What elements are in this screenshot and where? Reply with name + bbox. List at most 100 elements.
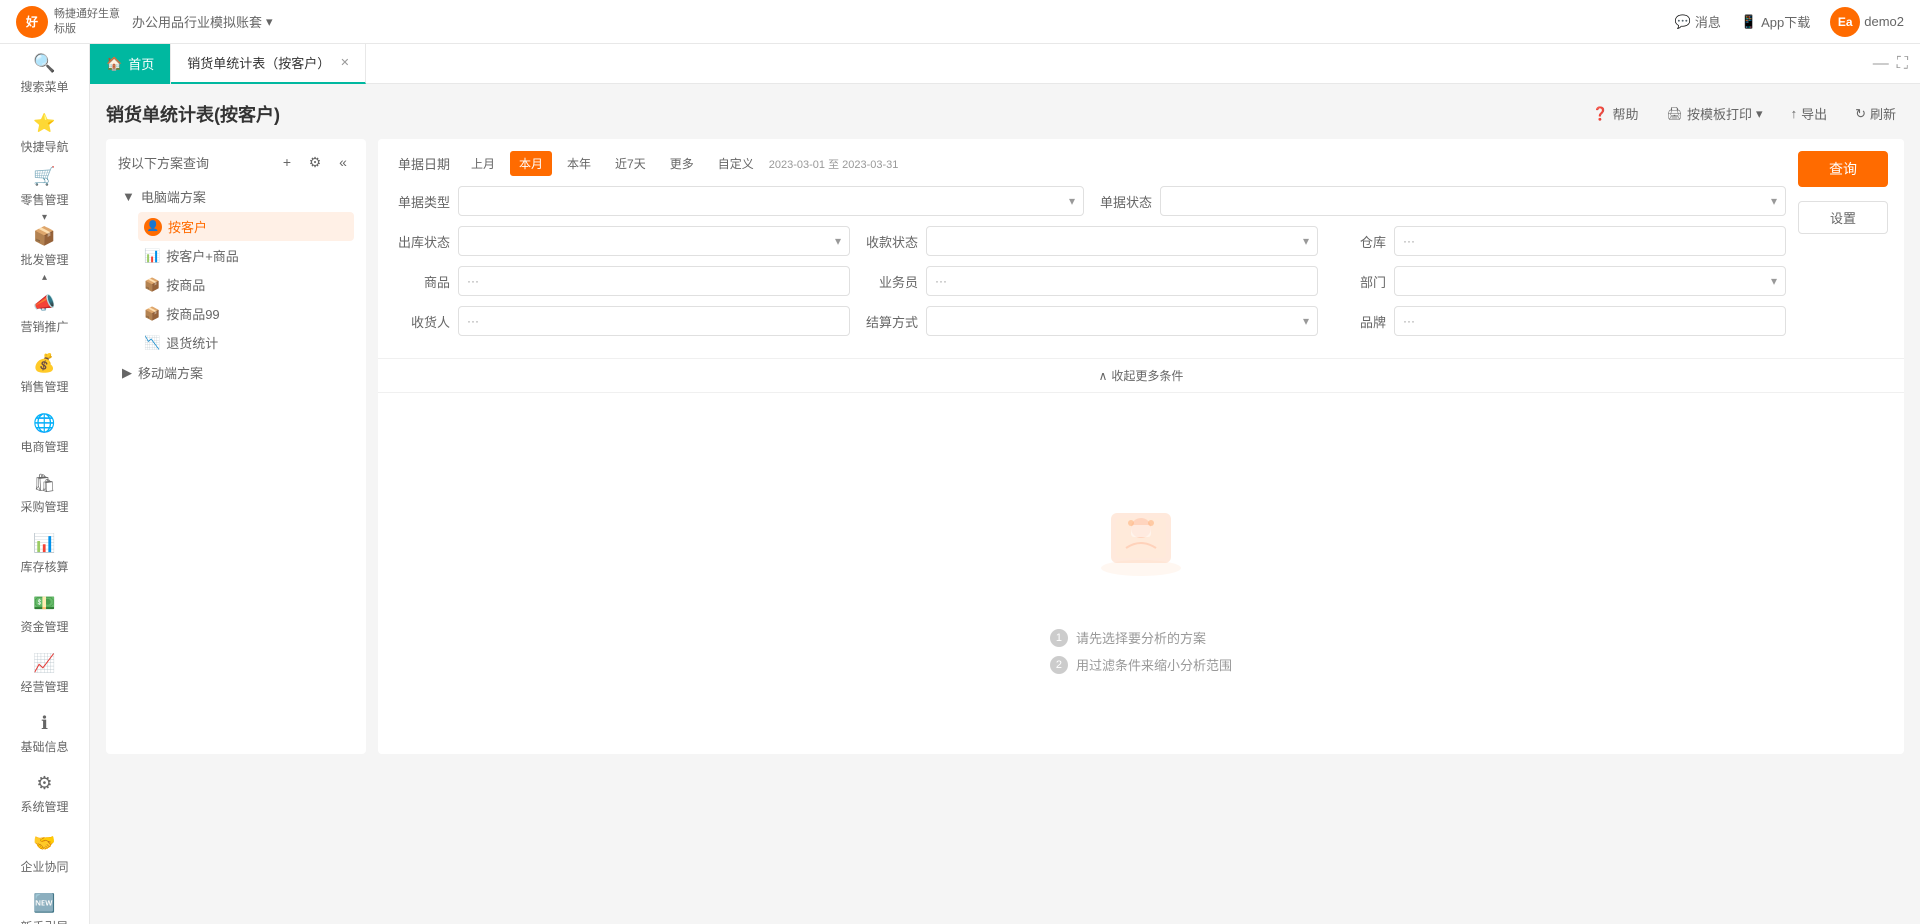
filter-payment-status: 收款状态 ▾ <box>862 226 1318 256</box>
filter-product: 商品 ··· <box>394 266 850 296</box>
phone-icon: 📱 <box>1741 14 1757 30</box>
edit-scheme-btn[interactable]: ⚙ <box>304 151 326 173</box>
date-row: 单据日期 上月 本月 本年 近7天 更多 自定义 2023-03-01 至 20… <box>378 139 1904 359</box>
system-icon: ⚙ <box>36 773 52 794</box>
sidebar-item-ecommerce[interactable]: 🌐 电商管理 <box>0 404 89 464</box>
scheme-return-stat[interactable]: 📉 退货统计 <box>138 328 354 357</box>
search-icon: 🔍 <box>33 53 55 74</box>
collapse-more-btn[interactable]: ∧ 收起更多条件 <box>378 359 1904 393</box>
refresh-btn[interactable]: ↻ 刷新 <box>1847 100 1904 127</box>
left-panel-header: 按以下方案查询 + ⚙ « <box>118 151 354 173</box>
payment-status-dropdown[interactable]: ▾ <box>926 226 1318 256</box>
tab-sales-stat[interactable]: 销货单统计表（按客户） ✕ <box>171 44 366 84</box>
sidebar: 🔍 搜索菜单 ⭐ 快捷导航 🛒 零售管理 ▾ 📦 批发管理 ▴ 📣 营销推广 <box>0 44 90 924</box>
brand-input[interactable]: ··· <box>1394 306 1786 336</box>
filter-payment-method: 结算方式 ▾ <box>862 306 1318 336</box>
export-btn[interactable]: ↑ 导出 <box>1783 100 1836 127</box>
warehouse-input[interactable]: ··· <box>1394 226 1786 256</box>
scheme-by-product[interactable]: 📦 按商品 <box>138 270 354 299</box>
dropdown-arrow-icon: ▾ <box>1069 194 1075 208</box>
user-avatar-btn[interactable]: Ea demo2 <box>1830 7 1904 37</box>
dropdown-arrow-icon3: ▾ <box>835 234 841 248</box>
filters-and-results: 单据日期 上月 本月 本年 近7天 更多 自定义 2023-03-01 至 20… <box>378 139 1904 754</box>
tab-close-icon[interactable]: ✕ <box>340 56 349 69</box>
receiver-input[interactable]: ··· <box>458 306 850 336</box>
sidebar-item-newuser[interactable]: 🆕 新手引导 <box>0 884 89 924</box>
date-btn-this-month[interactable]: 本月 <box>510 151 552 176</box>
page-title: 销货单统计表(按客户) <box>106 101 280 127</box>
help-btn[interactable]: ❓ 帮助 <box>1584 100 1646 127</box>
sidebar-item-finance[interactable]: 💵 资金管理 <box>0 584 89 644</box>
page-header: 销货单统计表(按客户) ❓ 帮助 🖨 按模板打印 ▾ ↑ <box>106 100 1904 127</box>
mobile-section[interactable]: ▶ 移动端方案 <box>118 357 354 388</box>
sidebar-item-quicknav[interactable]: ⭐ 快捷导航 <box>0 104 89 164</box>
app-download-btn[interactable]: 📱 App下载 <box>1741 12 1810 31</box>
date-btn-custom[interactable]: 自定义 <box>709 151 763 176</box>
tab-home[interactable]: 🏠 首页 <box>90 44 171 84</box>
chevron-down-icon: ▾ <box>266 14 273 30</box>
sidebar-item-inventory[interactable]: 📊 库存核算 <box>0 524 89 584</box>
doc-status-dropdown[interactable]: ▾ <box>1160 186 1786 216</box>
logo-area: 好 畅捷通好生意 标版 <box>16 6 120 38</box>
empty-hints: 1 请先选择要分析的方案 2 用过滤条件来缩小分析范围 <box>1050 628 1232 674</box>
message-icon: 💬 <box>1675 14 1691 30</box>
industry-selector[interactable]: 办公用品行业模拟账套 ▾ <box>132 12 273 31</box>
sidebar-item-search[interactable]: 🔍 搜索菜单 <box>0 44 89 104</box>
ecommerce-icon: 🌐 <box>33 413 55 434</box>
box-icon2: 📦 <box>144 306 160 322</box>
star-icon: ⭐ <box>33 113 55 134</box>
sidebar-item-wholesale[interactable]: 📦 批发管理 ▴ <box>0 224 89 284</box>
sidebar-item-operation[interactable]: 📈 经营管理 <box>0 644 89 704</box>
sidebar-item-sales[interactable]: 💰 销售管理 <box>0 344 89 404</box>
empty-hint-2: 2 用过滤条件来缩小分析范围 <box>1050 655 1232 674</box>
settings-button[interactable]: 设置 <box>1798 201 1888 234</box>
newuser-icon: 🆕 <box>33 893 55 914</box>
maximize-icon[interactable]: ⛶ <box>1897 55 1908 73</box>
dropdown-arrow-icon5: ▾ <box>1771 274 1777 288</box>
payment-method-dropdown[interactable]: ▾ <box>926 306 1318 336</box>
scheme-by-product99[interactable]: 📦 按商品99 <box>138 299 354 328</box>
product-input[interactable]: ··· <box>458 266 850 296</box>
scheme-by-customer-product[interactable]: 📊 按客户+商品 <box>138 241 354 270</box>
minimize-icon[interactable]: — <box>1873 55 1889 73</box>
collapse-panel-btn[interactable]: « <box>332 151 354 173</box>
filter-salesperson: 业务员 ··· <box>862 266 1318 296</box>
retail-icon: 🛒 <box>33 166 55 187</box>
salesperson-input[interactable]: ··· <box>926 266 1318 296</box>
sidebar-item-retail[interactable]: 🛒 零售管理 ▾ <box>0 164 89 224</box>
out-status-dropdown[interactable]: ▾ <box>458 226 850 256</box>
department-dropdown[interactable]: ▾ <box>1394 266 1786 296</box>
top-bar-left: 好 畅捷通好生意 标版 办公用品行业模拟账套 ▾ <box>16 6 273 38</box>
full-layout: 按以下方案查询 + ⚙ « <box>106 139 1904 754</box>
message-btn[interactable]: 💬 消息 <box>1675 12 1721 31</box>
date-btn-last-month[interactable]: 上月 <box>462 151 504 176</box>
sidebar-item-company[interactable]: 🤝 企业协同 <box>0 824 89 884</box>
print-btn[interactable]: 🖨 按模板打印 ▾ <box>1659 100 1771 127</box>
sidebar-item-marketing[interactable]: 📣 营销推广 <box>0 284 89 344</box>
filter-warehouse: 仓库 ··· <box>1330 226 1786 256</box>
sidebar-item-basic[interactable]: ℹ 基础信息 <box>0 704 89 764</box>
date-btn-this-year[interactable]: 本年 <box>558 151 600 176</box>
top-bar-right: 💬 消息 📱 App下载 Ea demo2 <box>1675 7 1904 37</box>
filter-brand: 品牌 ··· <box>1330 306 1786 336</box>
add-scheme-btn[interactable]: + <box>276 151 298 173</box>
date-btn-more[interactable]: 更多 <box>661 151 703 176</box>
marketing-icon: 📣 <box>33 293 55 314</box>
refresh-icon: ↻ <box>1855 106 1866 122</box>
scheme-by-customer[interactable]: 👤 按客户 <box>138 212 354 241</box>
doc-type-dropdown[interactable]: ▾ <box>458 186 1084 216</box>
tab-bar: 🏠 首页 销货单统计表（按客户） ✕ — ⛶ <box>90 44 1920 84</box>
customer-icon: 👤 <box>144 218 162 236</box>
pc-section-header[interactable]: ▼ 电脑端方案 <box>118 181 354 212</box>
sidebar-item-purchase[interactable]: 🛍 采购管理 <box>0 464 89 524</box>
query-button[interactable]: 查询 <box>1798 151 1888 187</box>
filter-row-4: 收货人 ··· 结算方式 ▾ <box>394 306 1786 336</box>
tab-expand-btn: — ⛶ <box>1861 55 1920 73</box>
date-btn-7days[interactable]: 近7天 <box>606 151 655 176</box>
filter-doc-status: 单据状态 ▾ <box>1096 186 1786 216</box>
filter-row-3: 商品 ··· 业务员 ··· <box>394 266 1786 296</box>
sidebar-item-system[interactable]: ⚙ 系统管理 <box>0 764 89 824</box>
return-icon: 📉 <box>144 335 160 351</box>
chevron-up-icon: ▴ <box>42 272 47 283</box>
dropdown-arrow-icon4: ▾ <box>1303 234 1309 248</box>
